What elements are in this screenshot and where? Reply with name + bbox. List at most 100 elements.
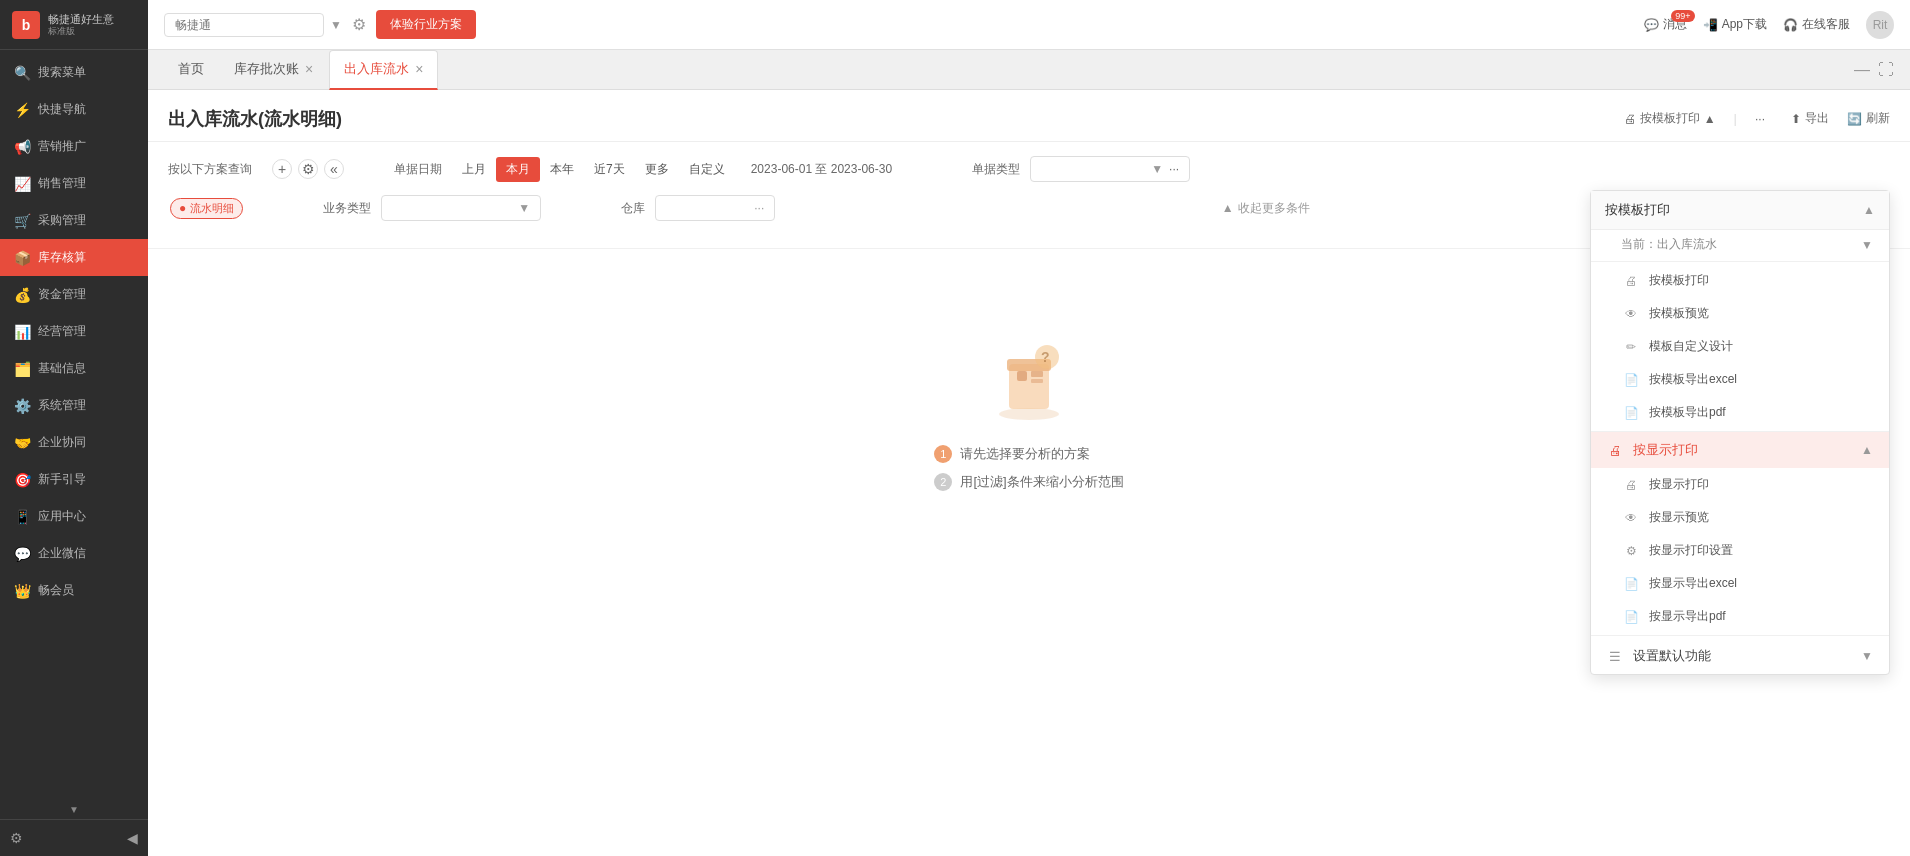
- sidebar-item-member[interactable]: 👑 畅会员: [0, 572, 148, 609]
- template-print-button[interactable]: 🖨 按模板打印 ▲: [1616, 106, 1724, 131]
- apps-icon: 📱: [14, 509, 30, 525]
- refresh-button[interactable]: 🔄 刷新: [1847, 110, 1890, 127]
- biz-type-label: 业务类型: [323, 200, 371, 217]
- tabs-bar: 首页 库存批次账 × 出入库流水 × — ⛶: [148, 50, 1910, 90]
- filter-label: 按以下方案查询: [168, 161, 252, 178]
- user-avatar-area[interactable]: Rit: [1866, 11, 1894, 39]
- inventory-icon: 📦: [14, 250, 30, 266]
- svg-text:?: ?: [1041, 349, 1050, 365]
- date-btn-custom[interactable]: 自定义: [679, 157, 735, 182]
- topbar: ▼ ⚙ 体验行业方案 💬 消息 99+ 📲 App下载 🎧 在线客服 Rit: [148, 0, 1910, 50]
- sidebar-item-search[interactable]: 🔍 搜索菜单: [0, 54, 148, 91]
- svg-rect-3: [1017, 371, 1027, 381]
- trial-button[interactable]: 体验行业方案: [376, 10, 476, 39]
- date-btn-this-year[interactable]: 本年: [540, 157, 584, 182]
- date-filter: 上月 本月 本年 近7天 更多 自定义: [452, 157, 735, 182]
- dp-display-section-header[interactable]: 🖨 按显示打印 ▲: [1591, 432, 1889, 468]
- empty-step-2: 2 用[过滤]条件来缩小分析范围: [934, 473, 1123, 491]
- topbar-search-area: ▼: [164, 13, 342, 37]
- filter-add-button[interactable]: +: [272, 159, 292, 179]
- tab-flow-close[interactable]: ×: [415, 62, 423, 76]
- preview-sub-icon: 👁: [1623, 306, 1639, 322]
- dp-display-preview-item[interactable]: 👁 按显示预览: [1591, 501, 1889, 534]
- dp-template-export-excel-item[interactable]: 📄 按模板导出excel: [1591, 363, 1889, 396]
- dp-template-export-pdf-item[interactable]: 📄 按模板导出pdf: [1591, 396, 1889, 429]
- empty-step-1: 1 请先选择要分析的方案: [934, 445, 1123, 463]
- collapse-filter-button[interactable]: ▲ 收起更多条件: [1222, 200, 1310, 217]
- sidebar-item-finance[interactable]: 💰 资金管理: [0, 276, 148, 313]
- filter-actions: + ⚙ «: [272, 159, 344, 179]
- dp-header-arrow[interactable]: ▲: [1863, 203, 1875, 217]
- sidebar-item-quick-nav[interactable]: ⚡ 快捷导航: [0, 91, 148, 128]
- search-input[interactable]: [164, 13, 324, 37]
- warehouse-filter-group: 仓库 ···: [621, 195, 775, 221]
- more-actions-button[interactable]: ···: [1747, 108, 1773, 130]
- step-1-num: 1: [934, 445, 952, 463]
- dp-template-print-item[interactable]: 🖨 按模板打印: [1591, 264, 1889, 297]
- dp-template-custom-item[interactable]: ✏ 模板自定义设计: [1591, 330, 1889, 363]
- dp-display-export-excel-item[interactable]: 📄 按显示导出excel: [1591, 567, 1889, 600]
- online-service-button[interactable]: 🎧 在线客服: [1783, 16, 1850, 33]
- gear-icon[interactable]: ⚙: [352, 15, 366, 34]
- dp-current-arrow: ▼: [1861, 238, 1873, 252]
- sidebar-item-system[interactable]: ⚙️ 系统管理: [0, 387, 148, 424]
- biz-type-dropdown[interactable]: ▼: [381, 195, 541, 221]
- search-dropdown-arrow[interactable]: ▼: [330, 18, 342, 32]
- sidebar-item-guide[interactable]: 🎯 新手引导: [0, 461, 148, 498]
- filter-collapse-button[interactable]: «: [324, 159, 344, 179]
- warehouse-dropdown[interactable]: ···: [655, 195, 775, 221]
- dp-display-print-settings-item[interactable]: ⚙ 按显示打印设置: [1591, 534, 1889, 567]
- tab-home[interactable]: 首页: [164, 50, 218, 90]
- collapse-sidebar-icon[interactable]: ◀: [127, 830, 138, 846]
- sidebar-item-sales[interactable]: 📈 销售管理: [0, 165, 148, 202]
- flow-detail-tag[interactable]: ● 流水明细: [170, 198, 243, 219]
- system-icon: ⚙️: [14, 398, 30, 414]
- app-logo: b 畅捷通好生意 标准版: [0, 0, 148, 50]
- svg-rect-5: [1031, 379, 1043, 383]
- date-btn-more[interactable]: 更多: [635, 157, 679, 182]
- tab-batch[interactable]: 库存批次账 ×: [220, 50, 327, 90]
- sidebar-item-wechat[interactable]: 💬 企业微信: [0, 535, 148, 572]
- tab-fullscreen-button[interactable]: ⛶: [1878, 61, 1894, 79]
- custom-sub-icon: ✏: [1623, 339, 1639, 355]
- sidebar-scroll-down[interactable]: ▼: [69, 805, 79, 815]
- filter-row-1: 按以下方案查询 + ⚙ « 单据日期 上月 本月 本年 近7天 更多 自定义: [168, 156, 1890, 182]
- sidebar-item-inventory[interactable]: 📦 库存核算: [0, 239, 148, 276]
- tab-batch-close[interactable]: ×: [305, 62, 313, 76]
- empty-steps: 1 请先选择要分析的方案 2 用[过滤]条件来缩小分析范围: [934, 445, 1123, 491]
- messages-button[interactable]: 💬 消息 99+: [1644, 16, 1687, 33]
- sidebar-item-base[interactable]: 🗂️ 基础信息: [0, 350, 148, 387]
- filter-tag-area: ● 流水明细: [170, 198, 243, 219]
- dp-template-preview-item[interactable]: 👁 按模板预览: [1591, 297, 1889, 330]
- sidebar-item-apps[interactable]: 📱 应用中心: [0, 498, 148, 535]
- filter-settings-button[interactable]: ⚙: [298, 159, 318, 179]
- dp-display-print-item[interactable]: 🖨 按显示打印: [1591, 468, 1889, 501]
- date-btn-last-month[interactable]: 上月: [452, 157, 496, 182]
- tab-minimize-button[interactable]: —: [1854, 61, 1870, 79]
- app-download-icon: 📲: [1703, 18, 1718, 32]
- export-button[interactable]: ⬆ 导出: [1783, 106, 1837, 131]
- date-filter-label: 单据日期: [394, 161, 442, 178]
- tab-flow[interactable]: 出入库流水 ×: [329, 50, 438, 90]
- doc-type-dropdown[interactable]: ▼ ···: [1030, 156, 1190, 182]
- dp-display-export-pdf-item[interactable]: 📄 按显示导出pdf: [1591, 600, 1889, 633]
- dp-default-function-item[interactable]: ☰ 设置默认功能 ▼: [1591, 638, 1889, 674]
- sidebar-item-operations[interactable]: 📊 经营管理: [0, 313, 148, 350]
- guide-icon: 🎯: [14, 472, 30, 488]
- message-icon: 💬: [1644, 18, 1659, 32]
- page-content: 出入库流水(流水明细) 🖨 按模板打印 ▲ | ··· ⬆ 导出 🔄 刷新: [148, 90, 1910, 856]
- app-download-button[interactable]: 📲 App下载: [1703, 16, 1767, 33]
- display-excel-icon: 📄: [1623, 576, 1639, 592]
- sidebar-item-marketing[interactable]: 📢 营销推广: [0, 128, 148, 165]
- printer-sub-icon: 🖨: [1623, 273, 1639, 289]
- sidebar-item-purchase[interactable]: 🛒 采购管理: [0, 202, 148, 239]
- sidebar-item-collab[interactable]: 🤝 企业协同: [0, 424, 148, 461]
- main-area: ▼ ⚙ 体验行业方案 💬 消息 99+ 📲 App下载 🎧 在线客服 Rit: [148, 0, 1910, 856]
- svg-point-0: [999, 408, 1059, 420]
- doc-type-label: 单据类型: [972, 161, 1020, 178]
- dp-divider-2: [1591, 635, 1889, 636]
- date-btn-this-month[interactable]: 本月: [496, 157, 540, 182]
- settings-bottom-icon[interactable]: ⚙: [10, 830, 23, 846]
- date-btn-last-7[interactable]: 近7天: [584, 157, 635, 182]
- finance-icon: 💰: [14, 287, 30, 303]
